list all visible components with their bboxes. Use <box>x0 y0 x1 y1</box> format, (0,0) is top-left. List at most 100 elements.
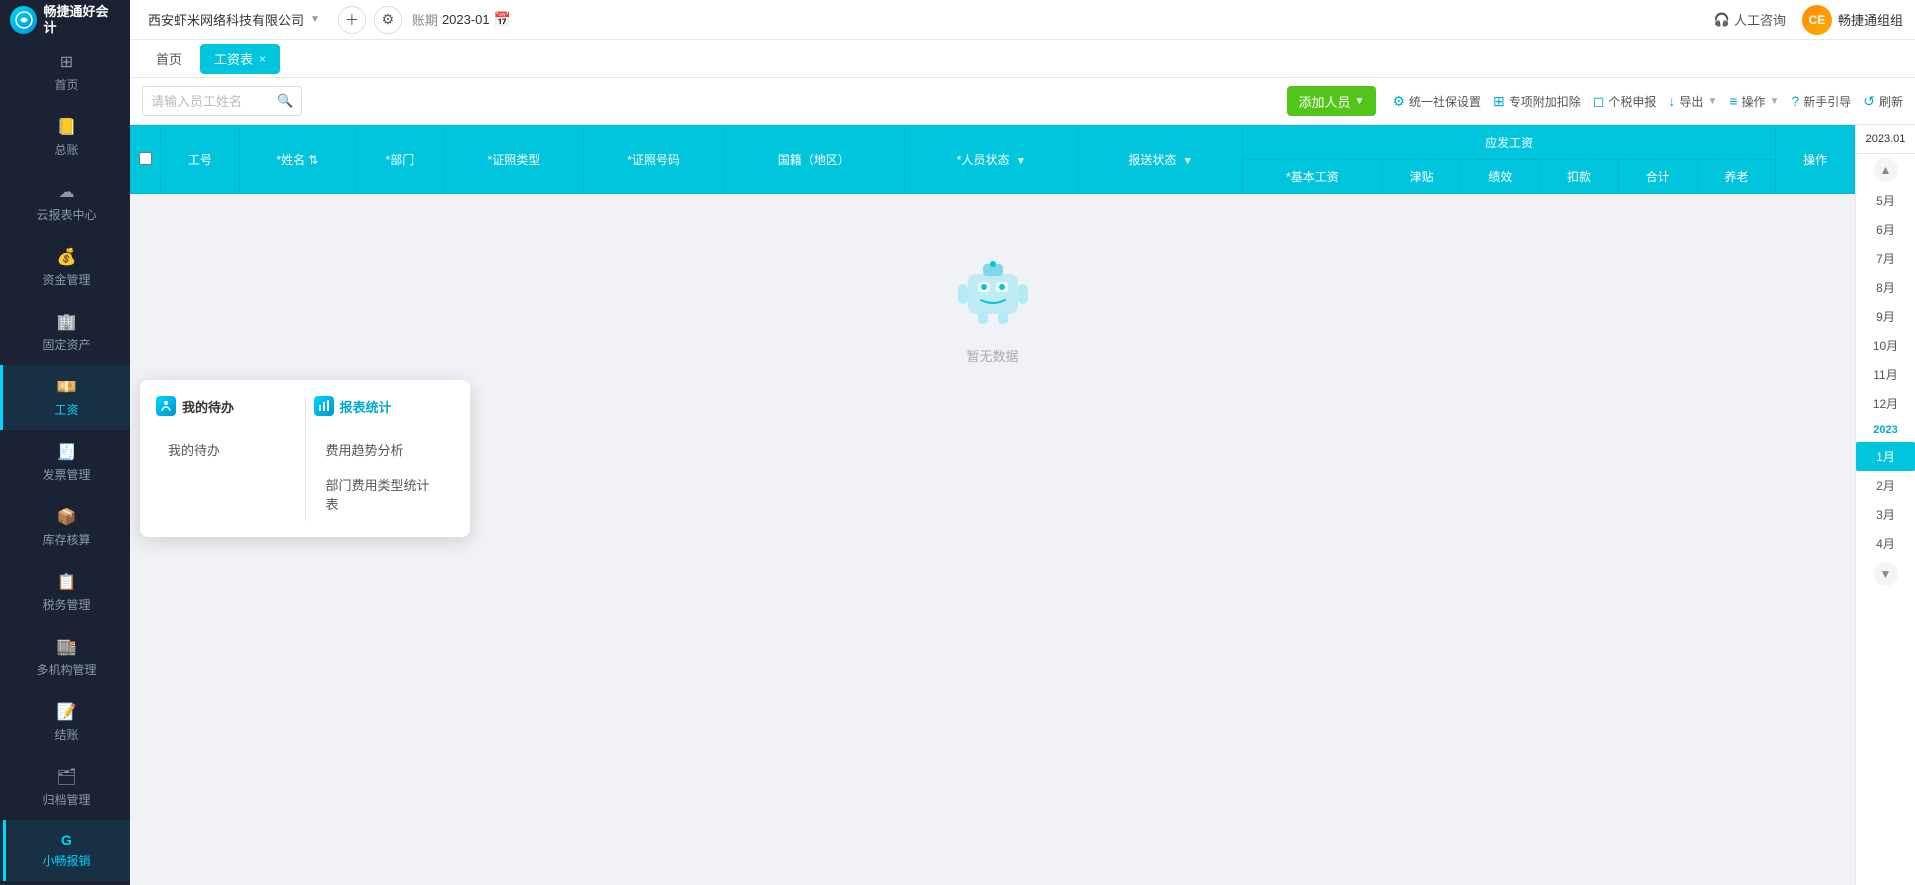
support-button[interactable]: 🎧 人工咨询 <box>1714 10 1786 29</box>
person-status-filter-icon[interactable]: ▼ <box>1016 156 1026 167</box>
sidebar-item-invoice[interactable]: 🧾 发票管理 <box>0 430 130 495</box>
checkbox-header[interactable] <box>131 126 161 194</box>
top-actions: ＋ ⚙ <box>338 6 402 34</box>
sidebar: ⊞ 首页 📒 总账 ☁ 云报表中心 💰 资金管理 🏢 固定资产 💴 工资 🧾 发… <box>0 40 130 885</box>
search-field[interactable]: 🔍 <box>142 86 302 116</box>
popup-col-pending: 我的待办 我的待办 <box>156 396 297 521</box>
date-item-3[interactable]: 3月 <box>1856 500 1915 529</box>
special-deduction-button[interactable]: ⊞ 专项附加扣除 <box>1493 93 1581 110</box>
add-person-label: 添加人员 <box>1299 92 1351 111</box>
sidebar-item-funds[interactable]: 💰 资金管理 <box>0 235 130 300</box>
chevron-down-icon: ▼ <box>310 14 320 25</box>
th-total: 合计 <box>1618 160 1697 194</box>
operations-dropdown-icon: ▼ <box>1770 96 1780 107</box>
ledger-icon: 📒 <box>57 117 77 137</box>
sidebar-item-tax[interactable]: 📋 税务管理 <box>0 560 130 625</box>
company-selector[interactable]: 西安虾米网络科技有限公司 ▼ <box>140 6 328 33</box>
logo-icon <box>10 6 37 34</box>
date-panel: 2023.01 ▲ 5月 6月 7月 8月 9月 10月 11月 12月 202… <box>1855 125 1915 885</box>
period-label: 账期 <box>412 10 438 29</box>
th-base-salary: *基本工资 <box>1243 160 1383 194</box>
sidebar-item-settings[interactable]: ⚙ 基础设置 <box>0 881 130 885</box>
date-nav-up[interactable]: ▲ <box>1874 158 1898 182</box>
company-name: 西安虾米网络科技有限公司 <box>148 10 304 29</box>
tabs-bar: 首页 工资表 × <box>130 40 1915 78</box>
popup-item-dept-expense[interactable]: 部门费用类型统计表 <box>314 467 455 521</box>
settings-button[interactable]: ⚙ <box>374 6 402 34</box>
th-dept: *部门 <box>356 126 445 194</box>
th-nationality: 国籍（地区） <box>723 126 904 194</box>
headset-icon: 🎧 <box>1714 12 1730 28</box>
export-button[interactable]: ↓ 导出 ▼ <box>1668 93 1717 110</box>
th-name: *姓名⇅ <box>239 126 355 194</box>
tax-report-icon: ◻ <box>1593 93 1605 110</box>
th-performance: 绩效 <box>1461 160 1540 194</box>
sidebar-item-close[interactable]: 📝 结账 <box>0 690 130 755</box>
sidebar-item-multi-org[interactable]: 🏬 多机构管理 <box>0 625 130 690</box>
invoice-icon: 🧾 <box>57 442 77 462</box>
operations-button[interactable]: ≡ 操作 ▼ <box>1729 93 1779 110</box>
search-input[interactable] <box>151 94 271 109</box>
date-item-9[interactable]: 9月 <box>1856 302 1915 331</box>
guide-toolbar-icon: ? <box>1791 93 1799 109</box>
salary-table: 工号 *姓名⇅ *部门 *证照类型 *证照号码 国籍（地区） *人员状态 ▼ 报… <box>130 125 1855 194</box>
date-item-8[interactable]: 8月 <box>1856 273 1915 302</box>
popup-divider <box>305 396 306 521</box>
salary-icon: 💴 <box>57 377 77 397</box>
guide-button[interactable]: ? 新手引导 <box>1791 93 1851 110</box>
tab-home[interactable]: 首页 <box>142 44 196 74</box>
date-item-2[interactable]: 2月 <box>1856 471 1915 500</box>
reports-icon <box>314 396 334 416</box>
popup-item-expense-trend[interactable]: 费用趋势分析 <box>314 432 455 467</box>
tab-salary-close-icon[interactable]: × <box>259 52 266 66</box>
social-security-button[interactable]: ⚙ 统一社保设置 <box>1392 93 1481 110</box>
pending-icon <box>156 396 176 416</box>
date-item-5[interactable]: 5月 <box>1856 186 1915 215</box>
social-security-icon: ⚙ <box>1392 93 1405 110</box>
popup-item-my-pending[interactable]: 我的待办 <box>156 432 297 467</box>
sidebar-item-ledger[interactable]: 📒 总账 <box>0 105 130 170</box>
sidebar-item-cloud-report[interactable]: ☁ 云报表中心 <box>0 170 130 235</box>
date-nav-down[interactable]: ▼ <box>1874 562 1898 586</box>
sidebar-item-expense[interactable]: G 小畅报销 <box>0 820 130 881</box>
add-person-button[interactable]: 添加人员 ▼ <box>1287 86 1377 116</box>
operations-icon: ≡ <box>1729 93 1737 109</box>
search-icon[interactable]: 🔍 <box>277 93 293 109</box>
date-item-7[interactable]: 7月 <box>1856 244 1915 273</box>
expense-icon: G <box>61 832 72 848</box>
date-panel-header: 2023.01 <box>1856 125 1915 154</box>
sidebar-item-home[interactable]: ⊞ 首页 <box>0 40 130 105</box>
popup-col2-label: 报表统计 <box>340 397 392 416</box>
empty-robot-illustration <box>953 254 1033 334</box>
th-payable-salary: 应发工资 <box>1243 126 1776 160</box>
date-item-6[interactable]: 6月 <box>1856 215 1915 244</box>
date-item-12[interactable]: 12月 <box>1856 389 1915 418</box>
tab-salary[interactable]: 工资表 × <box>200 44 280 74</box>
date-item-11[interactable]: 11月 <box>1856 360 1915 389</box>
avatar-initials: CE <box>1809 13 1826 27</box>
select-all-checkbox[interactable] <box>139 152 152 165</box>
table-header-row1: 工号 *姓名⇅ *部门 *证照类型 *证照号码 国籍（地区） *人员状态 ▼ 报… <box>131 126 1855 160</box>
sidebar-item-assets[interactable]: 🏢 固定资产 <box>0 300 130 365</box>
user-area[interactable]: CE 畅捷通组组 <box>1802 5 1903 35</box>
calendar-icon[interactable]: 📅 <box>494 11 511 28</box>
report-status-filter-icon[interactable]: ▼ <box>1183 156 1193 167</box>
add-company-button[interactable]: ＋ <box>338 6 366 34</box>
period-value: 2023-01 <box>442 12 490 27</box>
date-item-1[interactable]: 1月 <box>1856 442 1915 471</box>
cloud-icon: ☁ <box>59 182 75 202</box>
top-bar: 畅捷通好会计 西安虾米网络科技有限公司 ▼ ＋ ⚙ 账期 2023-01 📅 🎧… <box>0 0 1915 40</box>
sidebar-item-salary[interactable]: 💴 工资 <box>0 365 130 430</box>
sidebar-item-inventory[interactable]: 📦 库存核算 <box>0 495 130 560</box>
refresh-icon: ↺ <box>1863 93 1875 110</box>
th-id-type: *证照类型 <box>444 126 584 194</box>
th-operations: 操作 <box>1776 126 1855 194</box>
date-item-10[interactable]: 10月 <box>1856 331 1915 360</box>
th-report-status: 报送状态 ▼ <box>1078 126 1242 194</box>
refresh-button[interactable]: ↺ 刷新 <box>1863 93 1903 110</box>
multi-org-icon: 🏬 <box>57 637 77 657</box>
tax-report-button[interactable]: ◻ 个税申报 <box>1593 93 1657 110</box>
date-item-4[interactable]: 4月 <box>1856 529 1915 558</box>
home-icon: ⊞ <box>60 52 73 72</box>
sidebar-item-archive[interactable]: 🗂 归档管理 <box>0 755 130 820</box>
